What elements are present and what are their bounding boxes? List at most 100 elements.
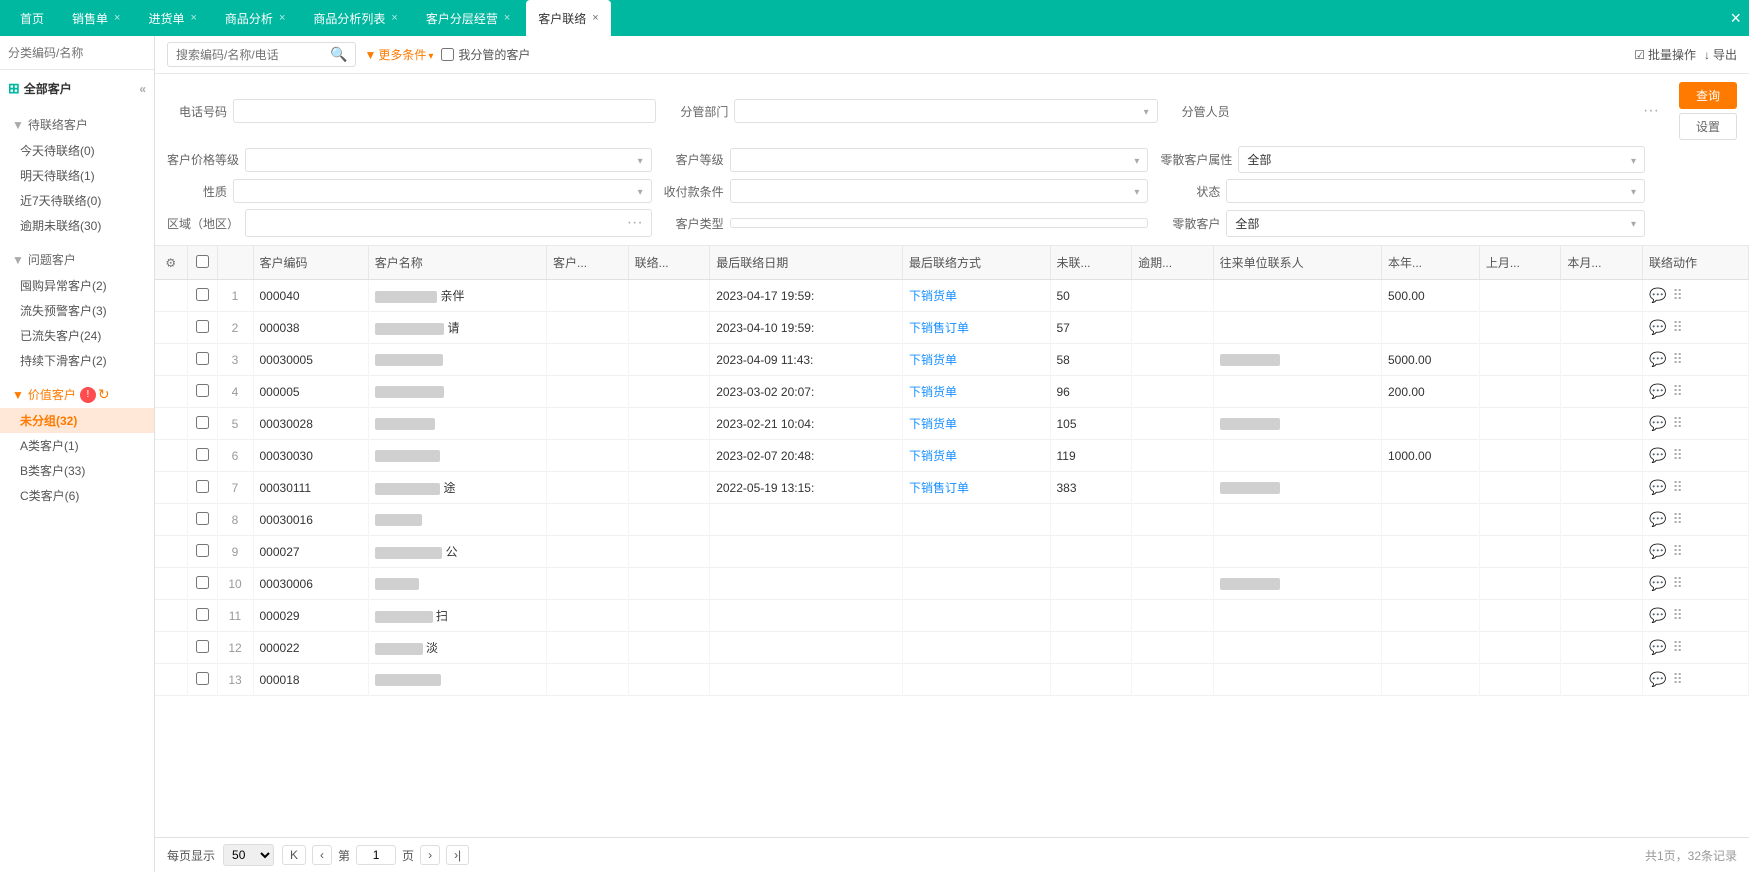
page-number-input[interactable] [356, 845, 396, 865]
row-last-way[interactable]: 下销货单 [902, 440, 1050, 472]
row-checkbox[interactable] [196, 352, 209, 365]
tab-customer-contact[interactable]: 客户联络 × [526, 0, 610, 36]
payment-select[interactable] [730, 179, 1149, 203]
price-level-select[interactable] [245, 148, 652, 172]
action-more-icon[interactable]: ⠿ [1672, 543, 1682, 560]
action-more-icon[interactable]: ⠿ [1672, 639, 1682, 656]
select-all-checkbox[interactable] [196, 255, 209, 268]
row-checkbox[interactable] [196, 384, 209, 397]
action-contact-icon[interactable]: 💬 [1649, 447, 1666, 464]
tab-product-list[interactable]: 商品分析列表 × [301, 0, 409, 36]
problem-customer-group[interactable]: ▼ 问题客户 [0, 246, 154, 273]
th-unit-contact[interactable]: 往来单位联系人 [1213, 246, 1381, 280]
query-button[interactable]: 查询 [1679, 82, 1737, 109]
dept-select[interactable] [734, 99, 1157, 123]
all-customers-header[interactable]: ⊞ 全部客户 « [0, 74, 154, 103]
filter-search-icon[interactable]: 🔍 [330, 46, 347, 63]
sidebar-ungrouped[interactable]: 未分组(32) [0, 408, 154, 433]
action-more-icon[interactable]: ⠿ [1672, 287, 1682, 304]
th-not-contacted[interactable]: 未联... [1050, 246, 1132, 280]
row-last-way[interactable] [902, 568, 1050, 600]
action-more-icon[interactable]: ⠿ [1672, 671, 1682, 688]
action-more-icon[interactable]: ⠿ [1672, 447, 1682, 464]
close-purchase-tab[interactable]: × [190, 12, 196, 24]
refresh-icon[interactable]: ↻ [98, 386, 110, 403]
close-product-list-tab[interactable]: × [391, 12, 397, 24]
more-conditions-button[interactable]: ▼ 更多条件 [364, 46, 433, 63]
action-contact-icon[interactable]: 💬 [1649, 351, 1666, 368]
next-page-btn[interactable]: › [420, 845, 440, 865]
row-checkbox[interactable] [196, 320, 209, 333]
row-last-way[interactable]: 下销货单 [902, 280, 1050, 312]
action-contact-icon[interactable]: 💬 [1649, 575, 1666, 592]
th-last-contact-date[interactable]: 最后联络日期 [710, 246, 903, 280]
row-checkbox[interactable] [196, 576, 209, 589]
row-checkbox[interactable] [196, 512, 209, 525]
row-checkbox[interactable] [196, 544, 209, 557]
first-page-btn[interactable]: K [282, 845, 306, 865]
my-customers-checkbox[interactable]: 我分管的客户 [441, 46, 530, 63]
prev-page-btn[interactable]: ‹ [312, 845, 332, 865]
th-code[interactable]: 客户编码 [253, 246, 368, 280]
action-contact-icon[interactable]: 💬 [1649, 319, 1666, 336]
action-more-icon[interactable]: ⠿ [1672, 319, 1682, 336]
sidebar-week-pending[interactable]: 近7天待联络(0) [0, 188, 154, 213]
close-product-analysis-tab[interactable]: × [279, 12, 285, 24]
person-dots-btn[interactable]: ··· [1643, 102, 1659, 120]
row-last-way[interactable] [902, 504, 1050, 536]
action-contact-icon[interactable]: 💬 [1649, 287, 1666, 304]
row-checkbox[interactable] [196, 672, 209, 685]
sidebar-tomorrow-pending[interactable]: 明天待联络(1) [0, 163, 154, 188]
row-checkbox[interactable] [196, 608, 209, 621]
sidebar-search-input[interactable] [8, 46, 155, 60]
sidebar-class-b[interactable]: B类客户(33) [0, 458, 154, 483]
sidebar-class-c[interactable]: C类客户(6) [0, 483, 154, 508]
action-more-icon[interactable]: ⠿ [1672, 511, 1682, 528]
row-last-way[interactable] [902, 664, 1050, 696]
sidebar-churn-warning[interactable]: 流失预警客户(3) [0, 298, 154, 323]
action-contact-icon[interactable]: 💬 [1649, 671, 1666, 688]
customer-level-select[interactable] [730, 148, 1149, 172]
reset-button[interactable]: 设置 [1679, 113, 1737, 140]
my-customers-check[interactable] [441, 48, 454, 61]
region-select[interactable]: ··· [245, 209, 652, 237]
last-page-btn[interactable]: ›| [446, 845, 469, 865]
th-overdue[interactable]: 逾期... [1132, 246, 1214, 280]
action-more-icon[interactable]: ⠿ [1672, 351, 1682, 368]
customer-type-select[interactable] [730, 218, 1149, 228]
nature-select[interactable] [233, 179, 652, 203]
status-select[interactable] [1226, 179, 1645, 203]
phone-input[interactable] [233, 99, 656, 123]
action-contact-icon[interactable]: 💬 [1649, 479, 1666, 496]
retail-customer-select[interactable]: 全部 [1226, 210, 1645, 237]
row-last-way[interactable]: 下销售订单 [902, 472, 1050, 504]
action-more-icon[interactable]: ⠿ [1672, 607, 1682, 624]
action-contact-icon[interactable]: 💬 [1649, 607, 1666, 624]
row-last-way[interactable] [902, 600, 1050, 632]
sidebar-class-a[interactable]: A类客户(1) [0, 433, 154, 458]
tab-customer-tier[interactable]: 客户分层经营 × [414, 0, 522, 36]
row-last-way[interactable]: 下销售订单 [902, 312, 1050, 344]
row-last-way[interactable] [902, 632, 1050, 664]
th-type[interactable]: 客户... [547, 246, 629, 280]
tab-home[interactable]: 首页 [8, 0, 56, 36]
sidebar-churned[interactable]: 已流失客户(24) [0, 323, 154, 348]
region-dots[interactable]: ··· [627, 214, 643, 232]
export-button[interactable]: ↓ 导出 [1704, 46, 1737, 63]
pending-contact-group[interactable]: ▼ 待联络客户 [0, 111, 154, 138]
row-last-way[interactable]: 下销货单 [902, 376, 1050, 408]
action-contact-icon[interactable]: 💬 [1649, 639, 1666, 656]
th-contact[interactable]: 联络... [628, 246, 710, 280]
row-last-way[interactable] [902, 536, 1050, 568]
th-name[interactable]: 客户名称 [368, 246, 546, 280]
close-customer-tier-tab[interactable]: × [504, 12, 510, 24]
close-customer-contact-tab[interactable]: × [592, 12, 598, 24]
tab-product-analysis[interactable]: 商品分析 × [213, 0, 297, 36]
action-contact-icon[interactable]: 💬 [1649, 383, 1666, 400]
row-checkbox[interactable] [196, 640, 209, 653]
tab-sales[interactable]: 销售单 × [60, 0, 132, 36]
th-last-month[interactable]: 上月... [1479, 246, 1561, 280]
row-checkbox[interactable] [196, 416, 209, 429]
action-contact-icon[interactable]: 💬 [1649, 543, 1666, 560]
close-sales-tab[interactable]: × [114, 12, 120, 24]
